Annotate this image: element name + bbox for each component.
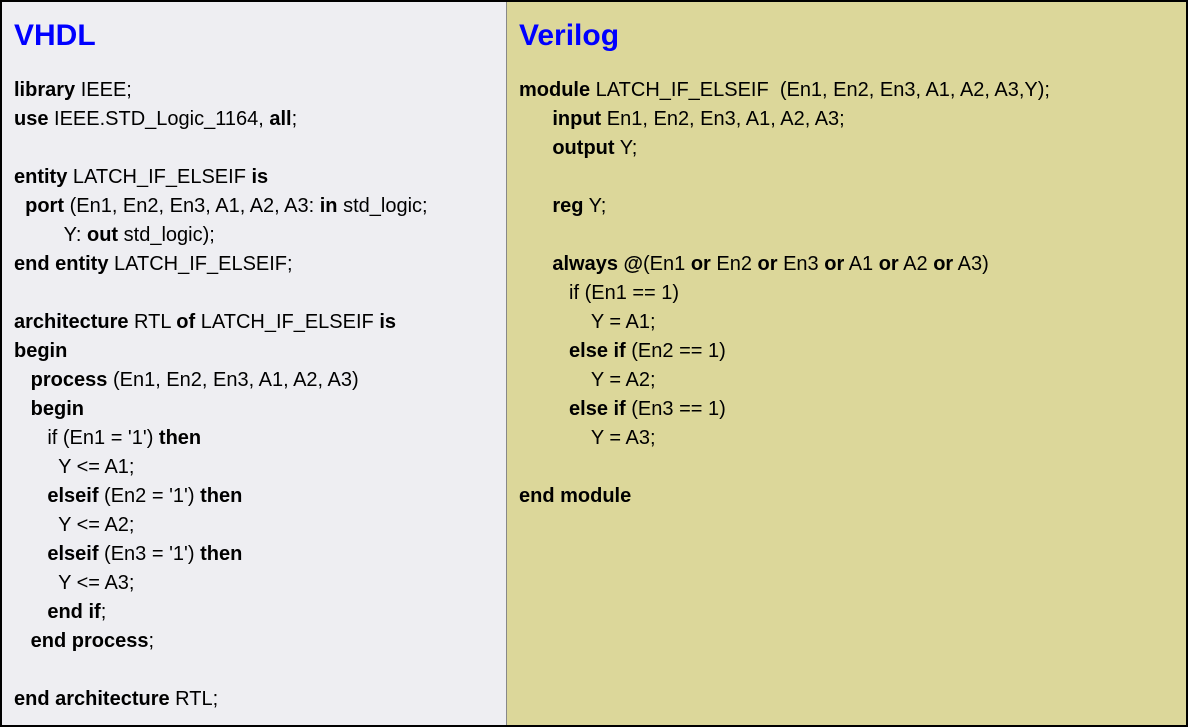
code-line — [519, 453, 1174, 482]
code-line: if (En1 = '1') then — [14, 424, 494, 453]
code-line: if (En1 == 1) — [519, 279, 1174, 308]
code-line: use IEEE.STD_Logic_1164, all; — [14, 105, 494, 134]
code-line: end process; — [14, 627, 494, 656]
code-line: end module — [519, 482, 1174, 511]
verilog-panel: Verilog module LATCH_IF_ELSEIF (En1, En2… — [507, 2, 1186, 725]
code-line: module LATCH_IF_ELSEIF (En1, En2, En3, A… — [519, 76, 1174, 105]
code-line: Y <= A3; — [14, 569, 494, 598]
vhdl-code: library IEEE;use IEEE.STD_Logic_1164, al… — [14, 76, 494, 714]
code-line: entity LATCH_IF_ELSEIF is — [14, 163, 494, 192]
code-line: output Y; — [519, 134, 1174, 163]
code-line — [14, 134, 494, 163]
comparison-container: VHDL library IEEE;use IEEE.STD_Logic_116… — [0, 0, 1188, 727]
code-line: Y <= A1; — [14, 453, 494, 482]
code-line: Y: out std_logic); — [14, 221, 494, 250]
code-line: reg Y; — [519, 192, 1174, 221]
code-line: elseif (En2 = '1') then — [14, 482, 494, 511]
code-line: begin — [14, 337, 494, 366]
code-line: Y <= A2; — [14, 511, 494, 540]
code-line: Y = A2; — [519, 366, 1174, 395]
code-line: end architecture RTL; — [14, 685, 494, 714]
code-line: process (En1, En2, En3, A1, A2, A3) — [14, 366, 494, 395]
code-line: end if; — [14, 598, 494, 627]
code-line — [519, 221, 1174, 250]
code-line: always @(En1 or En2 or En3 or A1 or A2 o… — [519, 250, 1174, 279]
vhdl-title: VHDL — [14, 14, 494, 58]
verilog-title: Verilog — [519, 14, 1174, 58]
code-line: begin — [14, 395, 494, 424]
code-line — [14, 279, 494, 308]
code-line: else if (En2 == 1) — [519, 337, 1174, 366]
vhdl-panel: VHDL library IEEE;use IEEE.STD_Logic_116… — [2, 2, 507, 725]
code-line: end entity LATCH_IF_ELSEIF; — [14, 250, 494, 279]
code-line: Y = A3; — [519, 424, 1174, 453]
code-line: architecture RTL of LATCH_IF_ELSEIF is — [14, 308, 494, 337]
code-line: input En1, En2, En3, A1, A2, A3; — [519, 105, 1174, 134]
code-line: port (En1, En2, En3, A1, A2, A3: in std_… — [14, 192, 494, 221]
code-line: Y = A1; — [519, 308, 1174, 337]
code-line — [519, 163, 1174, 192]
verilog-code: module LATCH_IF_ELSEIF (En1, En2, En3, A… — [519, 76, 1174, 511]
code-line: elseif (En3 = '1') then — [14, 540, 494, 569]
code-line: library IEEE; — [14, 76, 494, 105]
code-line — [14, 656, 494, 685]
code-line: else if (En3 == 1) — [519, 395, 1174, 424]
